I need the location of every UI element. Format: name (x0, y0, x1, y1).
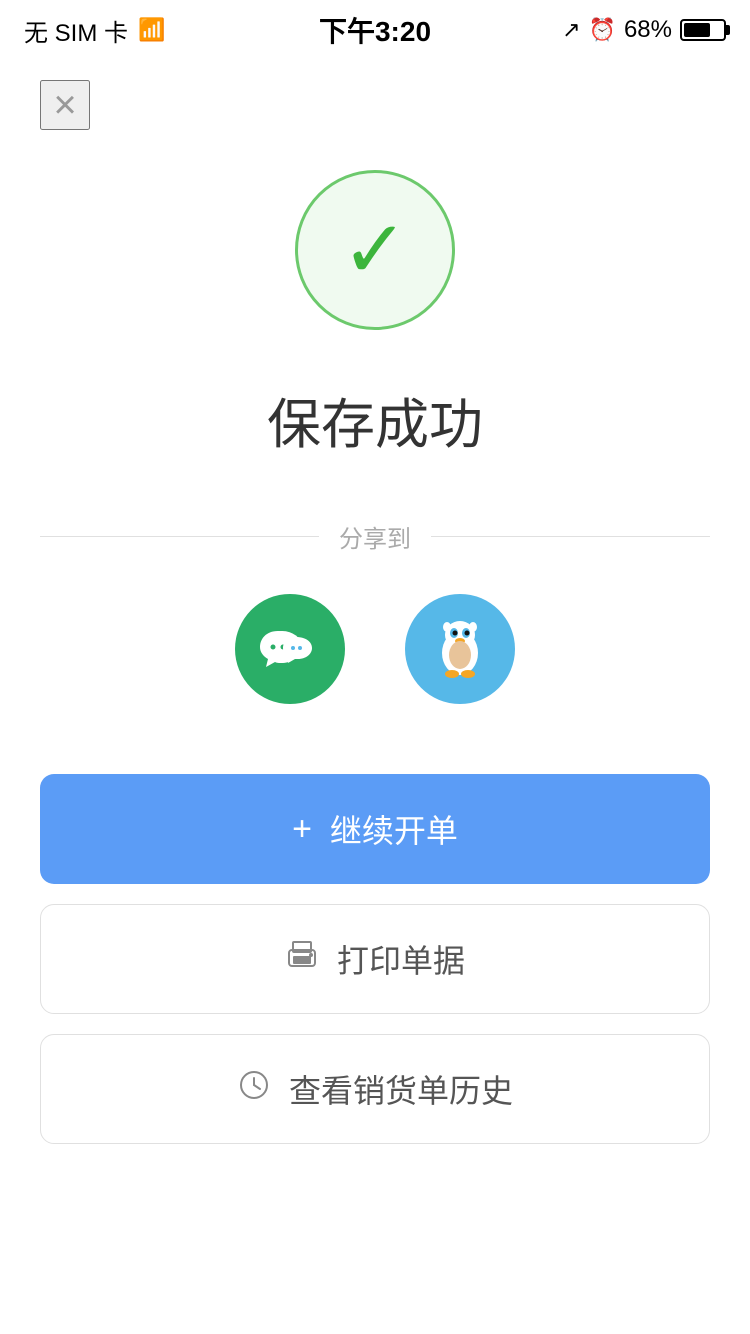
plus-icon: + (292, 810, 312, 849)
battery-fill (684, 23, 710, 37)
checkmark-icon: ✓ (341, 210, 408, 290)
print-label: 打印单据 (337, 936, 465, 982)
close-icon: × (53, 85, 76, 125)
share-icons-row (235, 594, 515, 704)
share-label: 分享到 (339, 519, 411, 554)
wechat-icon (258, 617, 323, 682)
battery-container (680, 19, 726, 41)
alarm-icon: ⏰ (589, 17, 616, 43)
sim-text: 无 SIM 卡 (24, 13, 128, 48)
history-button[interactable]: 查看销货单历史 (40, 1034, 710, 1144)
battery-percent: 68% (624, 16, 672, 44)
wechat-share-button[interactable] (235, 594, 345, 704)
continue-button[interactable]: + 继续开单 (40, 774, 710, 884)
location-icon: ↗ (562, 17, 580, 43)
success-icon-circle: ✓ (295, 170, 455, 330)
share-divider: 分享到 (40, 519, 710, 554)
history-label: 查看销货单历史 (289, 1066, 513, 1112)
qq-share-button[interactable] (405, 594, 515, 704)
print-icon (285, 938, 319, 980)
status-bar: 无 SIM 卡 📶 下午3:20 ↗ ⏰ 68% (0, 0, 750, 60)
history-icon (237, 1068, 271, 1111)
status-time: 下午3:20 (319, 10, 431, 50)
close-button[interactable]: × (40, 80, 90, 130)
status-left: 无 SIM 卡 📶 (24, 13, 165, 48)
success-title: 保存成功 (267, 380, 483, 459)
continue-label: 继续开单 (330, 806, 458, 852)
divider-line-left (40, 536, 319, 537)
battery-bar (680, 19, 726, 41)
main-content: × ✓ 保存成功 分享到 (0, 60, 750, 1164)
action-buttons: + 继续开单 打印单据 (40, 774, 710, 1144)
wifi-icon: 📶 (138, 17, 165, 43)
qq-icon (428, 617, 493, 682)
print-button[interactable]: 打印单据 (40, 904, 710, 1014)
divider-line-right (431, 536, 710, 537)
status-right: ↗ ⏰ 68% (562, 16, 726, 44)
